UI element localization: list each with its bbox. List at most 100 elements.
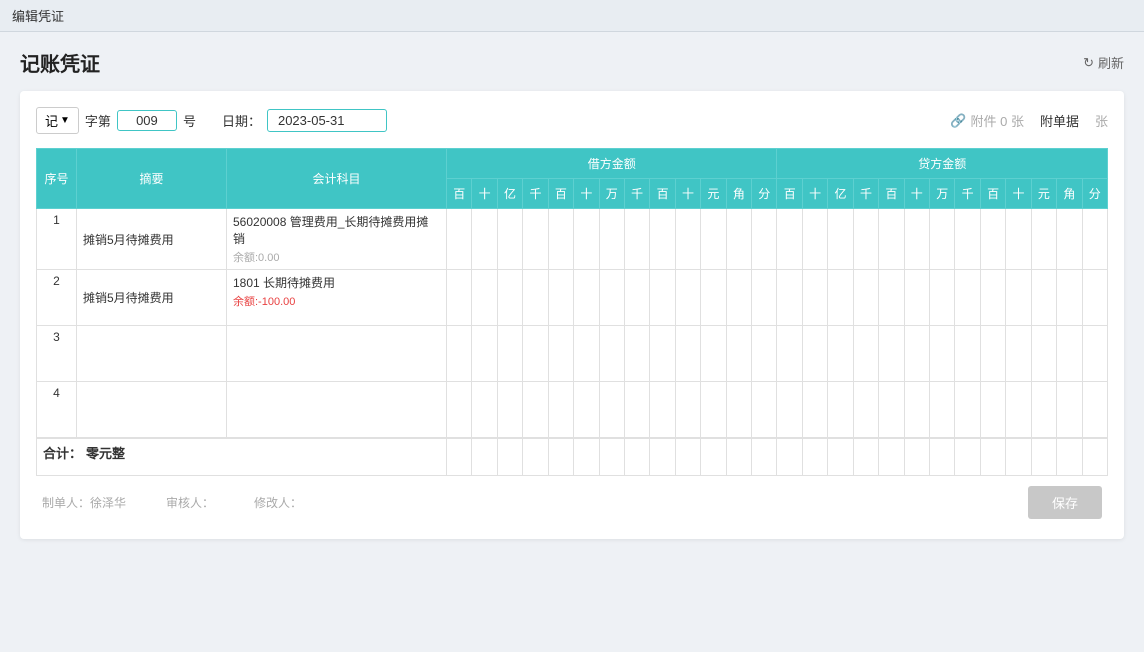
- credit-cell[interactable]: [930, 209, 955, 270]
- account-cell[interactable]: 1801 长期待摊费用余额:-100.00: [227, 270, 447, 326]
- debit-cell[interactable]: [548, 326, 573, 382]
- debit-cell[interactable]: [447, 209, 472, 270]
- credit-cell[interactable]: [955, 382, 980, 438]
- debit-cell[interactable]: [548, 382, 573, 438]
- credit-cell[interactable]: [955, 326, 980, 382]
- debit-cell[interactable]: [548, 270, 573, 326]
- account-cell[interactable]: [227, 382, 447, 438]
- debit-cell[interactable]: [447, 382, 472, 438]
- credit-cell[interactable]: [904, 326, 929, 382]
- credit-cell[interactable]: [1082, 270, 1107, 326]
- credit-cell[interactable]: [802, 209, 827, 270]
- debit-cell[interactable]: [726, 270, 751, 326]
- debit-cell[interactable]: [752, 209, 777, 270]
- debit-cell[interactable]: [624, 326, 649, 382]
- single-bill-button[interactable]: 附单据: [1040, 111, 1079, 130]
- debit-cell[interactable]: [523, 209, 548, 270]
- debit-cell[interactable]: [675, 382, 700, 438]
- voucher-type-button[interactable]: 记 ▼: [36, 107, 79, 134]
- credit-cell[interactable]: [777, 270, 802, 326]
- credit-cell[interactable]: [777, 209, 802, 270]
- credit-cell[interactable]: [980, 270, 1005, 326]
- credit-cell[interactable]: [980, 209, 1005, 270]
- credit-cell[interactable]: [904, 382, 929, 438]
- credit-cell[interactable]: [802, 270, 827, 326]
- credit-cell[interactable]: [980, 382, 1005, 438]
- debit-cell[interactable]: [472, 326, 497, 382]
- account-cell[interactable]: 56020008 管理费用_长期待摊费用摊销余额:0.00: [227, 209, 447, 270]
- debit-cell[interactable]: [548, 209, 573, 270]
- credit-cell[interactable]: [828, 382, 853, 438]
- debit-cell[interactable]: [523, 326, 548, 382]
- debit-cell[interactable]: [650, 270, 675, 326]
- debit-cell[interactable]: [675, 209, 700, 270]
- debit-cell[interactable]: [574, 209, 599, 270]
- debit-cell[interactable]: [574, 270, 599, 326]
- debit-cell[interactable]: [472, 209, 497, 270]
- refresh-button[interactable]: ↻ 刷新: [1083, 53, 1124, 72]
- debit-cell[interactable]: [497, 209, 522, 270]
- credit-cell[interactable]: [930, 326, 955, 382]
- summary-cell[interactable]: [77, 382, 227, 438]
- debit-cell[interactable]: [599, 270, 624, 326]
- debit-cell[interactable]: [497, 382, 522, 438]
- debit-cell[interactable]: [472, 270, 497, 326]
- debit-cell[interactable]: [624, 382, 649, 438]
- debit-cell[interactable]: [650, 382, 675, 438]
- debit-cell[interactable]: [752, 270, 777, 326]
- credit-cell[interactable]: [930, 382, 955, 438]
- debit-cell[interactable]: [523, 382, 548, 438]
- debit-cell[interactable]: [447, 326, 472, 382]
- credit-cell[interactable]: [853, 326, 878, 382]
- debit-cell[interactable]: [650, 326, 675, 382]
- debit-cell[interactable]: [599, 382, 624, 438]
- credit-cell[interactable]: [879, 382, 904, 438]
- debit-cell[interactable]: [726, 382, 751, 438]
- summary-cell[interactable]: 摊销5月待摊费用: [77, 209, 227, 270]
- credit-cell[interactable]: [1057, 270, 1082, 326]
- debit-cell[interactable]: [726, 209, 751, 270]
- credit-cell[interactable]: [1031, 209, 1056, 270]
- credit-cell[interactable]: [853, 209, 878, 270]
- credit-cell[interactable]: [777, 382, 802, 438]
- debit-cell[interactable]: [472, 382, 497, 438]
- debit-cell[interactable]: [752, 326, 777, 382]
- credit-cell[interactable]: [1031, 270, 1056, 326]
- credit-cell[interactable]: [1006, 382, 1031, 438]
- credit-cell[interactable]: [955, 209, 980, 270]
- debit-cell[interactable]: [701, 270, 726, 326]
- credit-cell[interactable]: [955, 270, 980, 326]
- credit-cell[interactable]: [980, 326, 1005, 382]
- debit-cell[interactable]: [574, 326, 599, 382]
- credit-cell[interactable]: [828, 209, 853, 270]
- summary-cell[interactable]: 摊销5月待摊费用: [77, 270, 227, 326]
- credit-cell[interactable]: [802, 326, 827, 382]
- credit-cell[interactable]: [1082, 326, 1107, 382]
- debit-cell[interactable]: [701, 209, 726, 270]
- summary-cell[interactable]: [77, 326, 227, 382]
- credit-cell[interactable]: [777, 326, 802, 382]
- debit-cell[interactable]: [675, 326, 700, 382]
- credit-cell[interactable]: [904, 209, 929, 270]
- credit-cell[interactable]: [1031, 326, 1056, 382]
- credit-cell[interactable]: [828, 270, 853, 326]
- debit-cell[interactable]: [447, 270, 472, 326]
- credit-cell[interactable]: [904, 270, 929, 326]
- debit-cell[interactable]: [523, 270, 548, 326]
- debit-cell[interactable]: [624, 209, 649, 270]
- credit-cell[interactable]: [930, 270, 955, 326]
- date-input[interactable]: [267, 109, 387, 132]
- credit-cell[interactable]: [1031, 382, 1056, 438]
- credit-cell[interactable]: [828, 326, 853, 382]
- credit-cell[interactable]: [1082, 382, 1107, 438]
- credit-cell[interactable]: [1057, 209, 1082, 270]
- credit-cell[interactable]: [1006, 326, 1031, 382]
- credit-cell[interactable]: [1006, 209, 1031, 270]
- credit-cell[interactable]: [1082, 209, 1107, 270]
- attach-button[interactable]: 🔗 附件 0 张: [950, 111, 1024, 130]
- debit-cell[interactable]: [726, 326, 751, 382]
- credit-cell[interactable]: [879, 326, 904, 382]
- debit-cell[interactable]: [624, 270, 649, 326]
- debit-cell[interactable]: [701, 326, 726, 382]
- debit-cell[interactable]: [497, 326, 522, 382]
